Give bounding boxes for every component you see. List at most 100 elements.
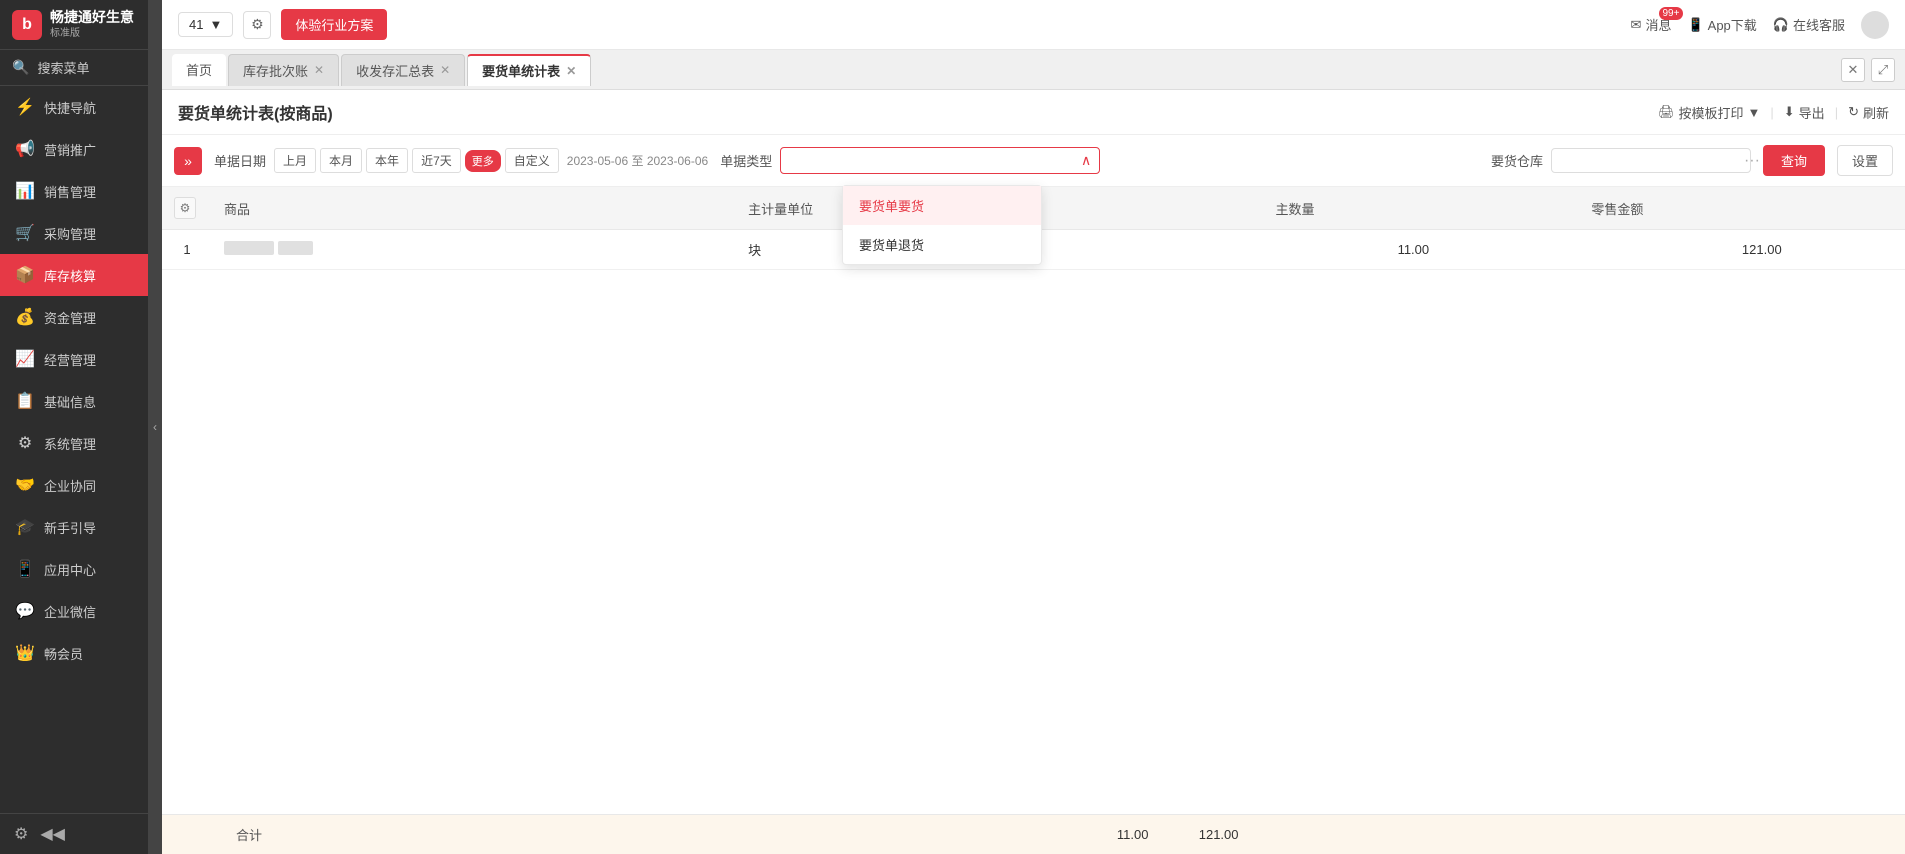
- export-icon: ⬇: [1784, 104, 1795, 120]
- sidebar-item-system[interactable]: ⚙ 系统管理: [0, 422, 148, 464]
- prev-month-btn[interactable]: 上月: [274, 148, 316, 173]
- store-dropdown-arrow: ▼: [209, 17, 222, 32]
- type-filter-group: 单据类型 ∧: [720, 147, 1479, 174]
- sidebar-item-label: 企业协同: [44, 476, 96, 495]
- refresh-icon: ↻: [1848, 104, 1859, 120]
- print-icon: 🖨: [1658, 104, 1675, 120]
- settings-bottom-icon[interactable]: ⚙: [14, 824, 28, 844]
- marketing-icon: 📢: [14, 138, 36, 160]
- sidebar-item-finance[interactable]: 💰 资金管理: [0, 296, 148, 338]
- warehouse-dots-btn[interactable]: ···: [1740, 152, 1764, 170]
- user-avatar[interactable]: [1861, 11, 1889, 39]
- row-quantity: 11.00: [1149, 230, 1441, 270]
- online-service-item[interactable]: 🎧 在线客服: [1773, 15, 1845, 34]
- sidebar-item-marketing[interactable]: 📢 营销推广: [0, 128, 148, 170]
- sidebar-item-guide[interactable]: 🎓 新手引导: [0, 506, 148, 548]
- sidebar-item-purchase[interactable]: 🛒 采购管理: [0, 212, 148, 254]
- warehouse-input-wrapper: ···: [1551, 148, 1751, 173]
- type-filter-label: 单据类型: [720, 151, 772, 170]
- sidebar-item-label: 应用中心: [44, 560, 96, 579]
- type-input[interactable]: [781, 149, 1073, 172]
- th-quantity: 主数量: [1149, 187, 1441, 230]
- date-range-btns: 上月 本月 本年 近7天 更多 自定义: [274, 148, 559, 173]
- sidebar-item-quick-nav[interactable]: ⚡ 快捷导航: [0, 86, 148, 128]
- print-action[interactable]: 🖨 按模板打印 ▼: [1658, 103, 1760, 122]
- dropdown-item-requisition-return[interactable]: 要货单退货: [843, 225, 1041, 264]
- row-index: 1: [162, 230, 212, 270]
- industry-btn[interactable]: 体验行业方案: [281, 9, 387, 40]
- sidebar-search[interactable]: 🔍 搜索菜单: [0, 50, 148, 86]
- warehouse-filter-label: 要货仓库: [1491, 151, 1543, 170]
- type-dropdown: 要货单要货 要货单退货: [842, 185, 1042, 265]
- custom-btn[interactable]: 自定义: [505, 148, 559, 173]
- query-btn[interactable]: 查询: [1763, 145, 1825, 176]
- tab-receivables-summary[interactable]: 收发存汇总表 ✕: [341, 54, 465, 86]
- app-center-icon: 📱: [14, 558, 36, 580]
- tab-home-label: 首页: [186, 60, 212, 79]
- warehouse-input[interactable]: [1556, 149, 1740, 172]
- cooperation-icon: 🤝: [14, 474, 36, 496]
- app-logo-text: 畅捷通好生意 标准版: [50, 8, 134, 42]
- product-block-2: [278, 241, 313, 255]
- export-action[interactable]: ⬇ 导出: [1784, 103, 1825, 122]
- guide-icon: 🎓: [14, 516, 36, 538]
- store-selector[interactable]: 41 ▼: [178, 12, 233, 37]
- refresh-label: 刷新: [1863, 103, 1889, 122]
- sidebar-item-wechat[interactable]: 💬 企业微信: [0, 590, 148, 632]
- sidebar-item-cooperation[interactable]: 🤝 企业协同: [0, 464, 148, 506]
- dropdown-item-label: 要货单退货: [859, 238, 924, 253]
- tab-maximize-btn[interactable]: ⤢: [1871, 58, 1895, 82]
- tab-home[interactable]: 首页: [172, 54, 226, 86]
- sidebar-item-label: 企业微信: [44, 602, 96, 621]
- action-divider: |: [1770, 105, 1773, 120]
- tab-inventory-batch[interactable]: 库存批次账 ✕: [228, 54, 339, 86]
- th-settings: ⚙: [162, 187, 212, 230]
- sidebar-item-app-center[interactable]: 📱 应用中心: [0, 548, 148, 590]
- sidebar-item-label: 资金管理: [44, 308, 96, 327]
- sidebar-logo: b 畅捷通好生意 标准版: [0, 0, 148, 50]
- gear-icon: ⚙: [251, 16, 264, 33]
- sidebar-item-operations[interactable]: 📈 经营管理: [0, 338, 148, 380]
- collapse-icon[interactable]: ◀◀: [40, 824, 65, 844]
- product-placeholder: [224, 241, 313, 255]
- tab-receivables-summary-close[interactable]: ✕: [440, 63, 450, 77]
- sidebar-item-label: 营销推广: [44, 140, 96, 159]
- page-header: 要货单统计表(按商品) 🖨 按模板打印 ▼ | ⬇ 导出 | ↻ 刷新: [162, 90, 1905, 135]
- messages-item[interactable]: ✉ 消息 99+: [1631, 15, 1672, 34]
- filter-expand-btn[interactable]: »: [174, 147, 202, 175]
- app-download-item[interactable]: 📱 App下载: [1687, 15, 1756, 34]
- current-year-btn[interactable]: 本年: [366, 148, 408, 173]
- tab-order-summary[interactable]: 要货单统计表 ✕: [467, 54, 591, 86]
- tab-inventory-batch-close[interactable]: ✕: [314, 63, 324, 77]
- type-dropdown-arrow[interactable]: ∧: [1073, 148, 1099, 173]
- gear-button[interactable]: ⚙: [243, 11, 271, 39]
- main-area: 41 ▼ ⚙ 体验行业方案 ✉ 消息 99+ 📱 App下载 🎧 在线客服: [162, 0, 1905, 854]
- tab-bar-controls: ✕ ⤢: [1841, 58, 1895, 82]
- table-container: ⚙ 商品 主计量单位 主数量 零售金额 1: [162, 187, 1905, 814]
- product-block-1: [224, 241, 274, 255]
- sidebar-item-basic-info[interactable]: 📋 基础信息: [0, 380, 148, 422]
- tab-order-summary-close[interactable]: ✕: [566, 64, 576, 78]
- dropdown-item-requisition-order[interactable]: 要货单要货: [843, 186, 1041, 225]
- settings-btn[interactable]: 设置: [1837, 145, 1893, 176]
- current-month-btn[interactable]: 本月: [320, 148, 362, 173]
- sidebar-item-member[interactable]: 👑 畅会员: [0, 632, 148, 674]
- purchase-icon: 🛒: [14, 222, 36, 244]
- filter-bar: » 单据日期 上月 本月 本年 近7天 更多 自定义 2023-05-06 至 …: [162, 135, 1905, 187]
- close-all-icon: ✕: [1848, 62, 1859, 78]
- sidebar-item-sales[interactable]: 📊 销售管理: [0, 170, 148, 212]
- print-label: 按模板打印: [1678, 103, 1743, 122]
- more-btn[interactable]: 更多: [465, 150, 501, 172]
- sidebar-item-label: 库存核算: [44, 266, 96, 285]
- tab-receivables-summary-label: 收发存汇总表: [356, 61, 434, 80]
- sidebar-collapse-handle[interactable]: ‹: [148, 0, 162, 854]
- sidebar-item-label: 畅会员: [44, 644, 83, 663]
- table-settings-btn[interactable]: ⚙: [174, 197, 196, 219]
- recent7-btn[interactable]: 近7天: [412, 148, 461, 173]
- sidebar-item-label: 基础信息: [44, 392, 96, 411]
- date-range-text: 2023-05-06 至 2023-06-06: [567, 152, 708, 169]
- sidebar-item-inventory[interactable]: 📦 库存核算: [0, 254, 148, 296]
- basic-info-icon: 📋: [14, 390, 36, 412]
- tab-close-all-btn[interactable]: ✕: [1841, 58, 1865, 82]
- refresh-action[interactable]: ↻ 刷新: [1848, 103, 1889, 122]
